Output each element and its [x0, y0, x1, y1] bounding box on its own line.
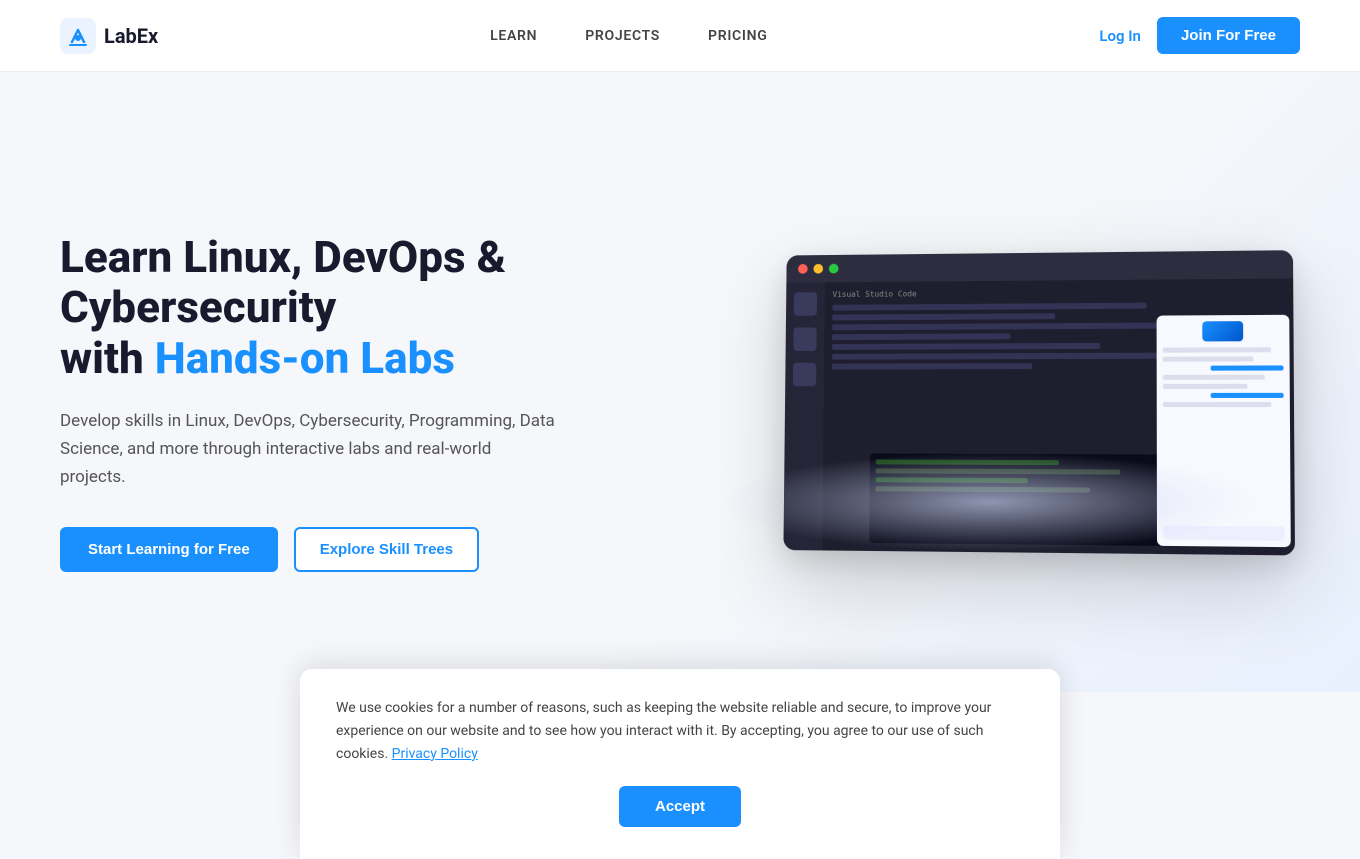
logo-link[interactable]: LabEx — [60, 18, 158, 54]
logo-text: LabEx — [104, 24, 158, 48]
ai-message-user — [1211, 365, 1284, 370]
accept-button[interactable]: Accept — [619, 786, 741, 827]
ai-message — [1163, 347, 1271, 352]
hero-buttons: Start Learning for Free Explore Skill Tr… — [60, 527, 620, 572]
ai-message-user — [1211, 393, 1284, 398]
hero-image: Visual Studio Code — [780, 252, 1300, 552]
navbar: LabEx LEARN PROJECTS PRICING Log In Join… — [0, 0, 1360, 72]
code-line — [832, 363, 1033, 369]
hero-section: Learn Linux, DevOps & Cybersecurity with… — [0, 72, 1360, 692]
navbar-actions: Log In Join For Free — [1099, 17, 1300, 54]
product-screenshot: Visual Studio Code — [783, 250, 1295, 555]
logo-icon — [60, 18, 96, 54]
code-line — [832, 343, 1101, 350]
search-icon-bar — [793, 327, 816, 351]
hero-description: Develop skills in Linux, DevOps, Cyberse… — [60, 407, 560, 491]
terminal — [869, 453, 1190, 546]
terminal-line — [875, 486, 1089, 492]
hero-title: Learn Linux, DevOps & Cybersecurity with… — [60, 232, 620, 384]
nav-projects[interactable]: PROJECTS — [585, 28, 660, 44]
git-icon — [793, 363, 816, 387]
activity-bar — [783, 282, 824, 550]
cookie-banner: We use cookies for a number of reasons, … — [300, 669, 1060, 859]
code-line — [832, 353, 1169, 360]
ai-message — [1163, 356, 1253, 361]
join-button[interactable]: Join For Free — [1157, 17, 1300, 54]
dot-minimize — [813, 264, 823, 274]
editor-area: Visual Studio Code — [822, 278, 1295, 555]
dot-maximize — [829, 264, 839, 274]
ai-input-bar — [1163, 526, 1284, 541]
screenshot-body: Visual Studio Code — [783, 278, 1295, 555]
explorer-icon — [794, 292, 817, 316]
nav-links: LEARN PROJECTS PRICING — [490, 28, 767, 44]
nav-pricing[interactable]: PRICING — [708, 28, 767, 44]
nav-learn[interactable]: LEARN — [490, 28, 537, 44]
ai-message — [1163, 384, 1247, 389]
code-line — [832, 333, 1010, 340]
ai-message — [1163, 402, 1272, 407]
hero-content: Learn Linux, DevOps & Cybersecurity with… — [60, 232, 620, 573]
terminal-line — [876, 468, 1121, 474]
privacy-policy-link[interactable]: Privacy Policy — [392, 746, 478, 762]
explore-skill-trees-button[interactable]: Explore Skill Trees — [294, 527, 479, 572]
cookie-footer: Accept — [336, 786, 1024, 827]
ai-logo — [1202, 321, 1243, 341]
terminal-line — [876, 477, 1028, 483]
terminal-line — [876, 459, 1059, 465]
dot-close — [798, 264, 808, 274]
editor-tab: Visual Studio Code — [832, 287, 1285, 299]
code-line — [832, 313, 1055, 320]
login-button[interactable]: Log In — [1099, 27, 1141, 45]
ai-chat-panel — [1157, 315, 1291, 547]
cookie-text: We use cookies for a number of reasons, … — [336, 697, 1024, 766]
titlebar — [786, 250, 1293, 283]
ai-message — [1163, 375, 1266, 380]
code-line — [832, 303, 1146, 311]
start-learning-button[interactable]: Start Learning for Free — [60, 527, 278, 572]
